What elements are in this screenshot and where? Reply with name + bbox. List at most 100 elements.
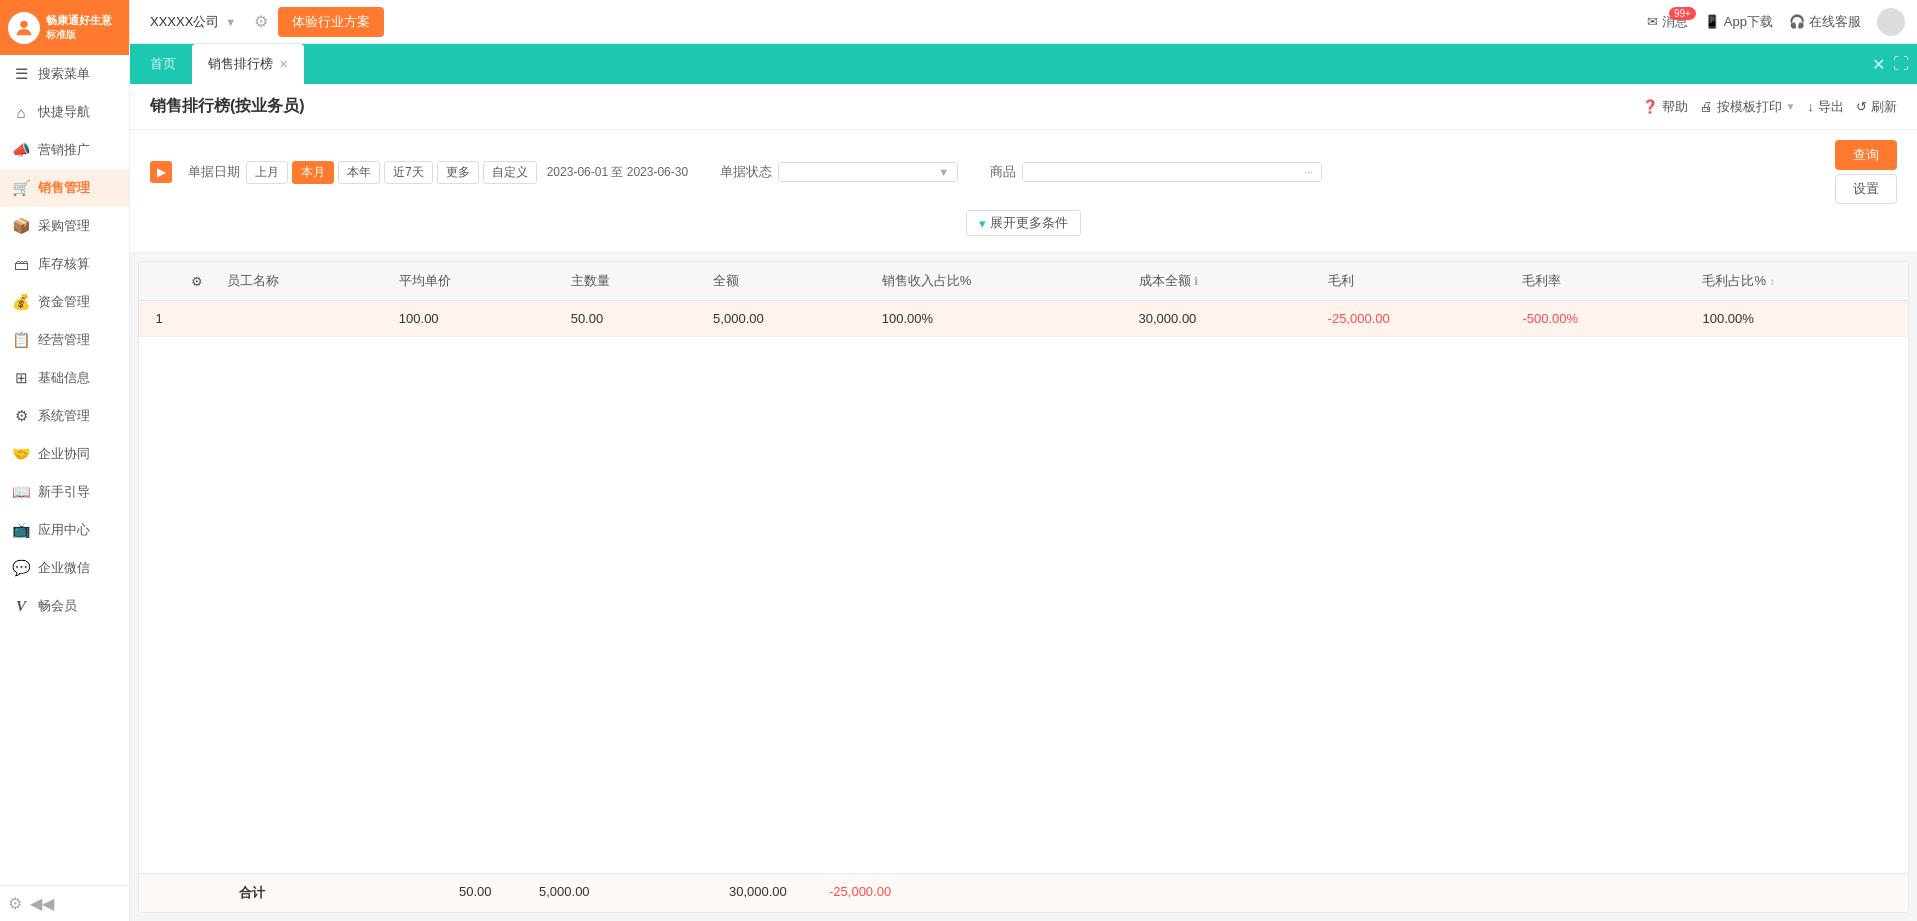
tabbar-actions: ✕ ⛶ xyxy=(1872,55,1917,74)
sidebar-item-system-label: 系统管理 xyxy=(38,407,90,425)
home-icon: ⌂ xyxy=(12,104,30,121)
date-range-display: 2023-06-01 至 2023-06-30 xyxy=(547,164,688,181)
app-label: App下载 xyxy=(1724,13,1773,31)
sidebar-item-guide[interactable]: 📖 新手引导 xyxy=(0,473,129,511)
status-filter-group: 单据状态 ▼ xyxy=(720,162,958,182)
status-select[interactable]: ▼ xyxy=(778,162,958,182)
date-options-group: 上月 本月 本年 近7天 更多 自定义 xyxy=(246,161,537,184)
goods-more-icon[interactable]: ··· xyxy=(1304,166,1313,178)
app-download-button[interactable]: 📱 App下载 xyxy=(1704,13,1773,31)
headset-icon: 🎧 xyxy=(1789,14,1805,29)
sidebar-item-member[interactable]: V 畅会员 xyxy=(0,587,129,625)
tab-close-icon[interactable]: ✕ xyxy=(279,58,288,71)
col-header-quantity: 主数量 xyxy=(559,262,701,301)
export-icon: ↓ xyxy=(1808,99,1815,114)
cell-num: 1 xyxy=(139,301,179,337)
svg-point-0 xyxy=(20,20,27,27)
col-header-name: 员工名称 xyxy=(215,262,387,301)
status-chevron-icon: ▼ xyxy=(938,166,949,178)
management-icon: 📋 xyxy=(12,331,30,349)
sidebar-item-inventory[interactable]: 🗃 库存核算 xyxy=(0,245,129,283)
sidebar-item-system[interactable]: ⚙ 系统管理 xyxy=(0,397,129,435)
col-cost-label: 成本全额 xyxy=(1139,273,1191,288)
settings-bottom-icon[interactable]: ⚙ xyxy=(8,894,22,913)
col-name-label: 员工名称 xyxy=(227,273,279,288)
sidebar-item-guide-label: 新手引导 xyxy=(38,483,90,501)
footer-amount: 5,000.00 xyxy=(527,884,617,902)
cost-help-icon[interactable]: ℹ xyxy=(1194,275,1198,287)
company-selector[interactable]: XXXXX公司 ▼ xyxy=(142,9,244,35)
filter-expand-arrow[interactable]: ▶ xyxy=(150,161,172,183)
message-icon: ✉ xyxy=(1647,14,1658,29)
sort-icon[interactable]: ↕ xyxy=(1770,276,1775,287)
table-spacer xyxy=(139,337,1908,873)
date-btn-more[interactable]: 更多 xyxy=(437,161,479,184)
topbar-settings-icon[interactable]: ⚙ xyxy=(254,12,268,31)
sidebar-menu: ☰ 搜索菜单 ⌂ 快捷导航 📣 营销推广 🛒 销售管理 📦 采购管理 🗃 库存核… xyxy=(0,55,129,885)
guide-icon: 📖 xyxy=(12,483,30,501)
date-btn-current-month[interactable]: 本月 xyxy=(292,161,334,184)
print-label: 按模板打印 xyxy=(1717,98,1782,116)
help-button[interactable]: ❓ 帮助 xyxy=(1642,98,1688,116)
sidebar-item-wechat[interactable]: 💬 企业微信 xyxy=(0,549,129,587)
sales-icon: 🛒 xyxy=(12,179,30,197)
col-header-gross-pct: 毛利占比% ↕ xyxy=(1690,262,1908,301)
sidebar-item-nav[interactable]: ⌂ 快捷导航 xyxy=(0,93,129,131)
goods-select[interactable]: ··· xyxy=(1022,162,1322,182)
sidebar-item-finance[interactable]: 💰 资金管理 xyxy=(0,283,129,321)
trial-button[interactable]: 体验行业方案 xyxy=(278,7,384,37)
cell-sales-pct: 100.00% xyxy=(870,301,1127,337)
message-button[interactable]: ✉ 消息 99+ xyxy=(1647,13,1688,31)
wechat-icon: 💬 xyxy=(12,559,30,577)
sidebar: 畅康通好生意 标准版 ☰ 搜索菜单 ⌂ 快捷导航 📣 营销推广 🛒 销售管理 📦… xyxy=(0,0,130,921)
export-button[interactable]: ↓ 导出 xyxy=(1808,98,1845,116)
tab-sales-rank[interactable]: 销售排行榜 ✕ xyxy=(192,44,304,84)
cell-gross: -25,000.00 xyxy=(1316,301,1511,337)
footer-quantity: 50.00 xyxy=(447,884,527,902)
sidebar-item-search[interactable]: ☰ 搜索菜单 xyxy=(0,55,129,93)
table-header-row: ⚙ 员工名称 平均单价 主数量 全额 xyxy=(139,262,1908,301)
footer-sales-pct xyxy=(617,884,717,902)
sidebar-logo: 畅康通好生意 标准版 xyxy=(0,0,129,55)
sidebar-item-purchase-label: 采购管理 xyxy=(38,217,90,235)
status-filter-label: 单据状态 xyxy=(720,163,772,181)
finance-icon: 💰 xyxy=(12,293,30,311)
sidebar-item-management[interactable]: 📋 经营管理 xyxy=(0,321,129,359)
tab-sales-rank-label: 销售排行榜 xyxy=(208,55,273,73)
online-service-button[interactable]: 🎧 在线客服 xyxy=(1789,13,1861,31)
cell-avg-price: 100.00 xyxy=(387,301,559,337)
purchase-icon: 📦 xyxy=(12,217,30,235)
cell-gross-rate: -500.00% xyxy=(1510,301,1690,337)
close-tab-button[interactable]: ✕ xyxy=(1872,55,1885,74)
sidebar-item-basic[interactable]: ⊞ 基础信息 xyxy=(0,359,129,397)
query-button[interactable]: 查询 xyxy=(1835,140,1897,170)
table-footer: 合计 50.00 5,000.00 30,000.00 -25,000.00 xyxy=(139,873,1908,912)
sidebar-item-collab[interactable]: 🤝 企业协同 xyxy=(0,435,129,473)
col-gross-rate-label: 毛利率 xyxy=(1522,273,1561,288)
col-amount-label: 全额 xyxy=(713,273,739,288)
sidebar-item-marketing[interactable]: 📣 营销推广 xyxy=(0,131,129,169)
message-badge: 99+ xyxy=(1669,7,1696,20)
refresh-button[interactable]: ↺ 刷新 xyxy=(1856,98,1897,116)
user-avatar[interactable] xyxy=(1877,8,1905,36)
sidebar-item-purchase[interactable]: 📦 采购管理 xyxy=(0,207,129,245)
footer-label xyxy=(151,884,191,902)
col-header-avg-price: 平均单价 xyxy=(387,262,559,301)
print-button[interactable]: 🖨 按模板打印 ▼ xyxy=(1700,98,1796,116)
sidebar-item-apps[interactable]: 📺 应用中心 xyxy=(0,511,129,549)
search-menu-icon: ☰ xyxy=(12,65,30,83)
collapse-icon[interactable]: ◀◀ xyxy=(30,894,54,913)
sidebar-item-sales[interactable]: 🛒 销售管理 xyxy=(0,169,129,207)
maximize-button[interactable]: ⛶ xyxy=(1893,55,1909,73)
filter-settings-button[interactable]: 设置 xyxy=(1835,174,1897,204)
basic-icon: ⊞ xyxy=(12,369,30,387)
date-btn-custom[interactable]: 自定义 xyxy=(483,161,537,184)
date-btn-current-year[interactable]: 本年 xyxy=(338,161,380,184)
expand-more-button[interactable]: ▾ 展开更多条件 xyxy=(966,210,1081,236)
col-header-setting[interactable]: ⚙ xyxy=(179,262,215,301)
marketing-icon: 📣 xyxy=(12,141,30,159)
date-btn-7days[interactable]: 近7天 xyxy=(384,161,433,184)
tab-home[interactable]: 首页 xyxy=(134,44,192,84)
expand-chevron-icon: ▾ xyxy=(979,216,986,231)
date-btn-prev-month[interactable]: 上月 xyxy=(246,161,288,184)
